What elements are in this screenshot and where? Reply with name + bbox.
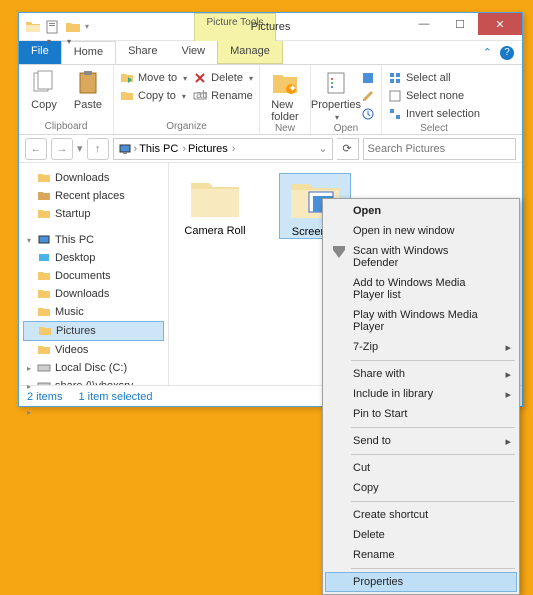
- pc-icon: [118, 142, 132, 156]
- window-title: Pictures: [251, 13, 291, 41]
- ctx-properties[interactable]: Properties: [325, 572, 517, 592]
- tree-share[interactable]: share (\\vboxsrv: [23, 377, 164, 385]
- tree-downloads2[interactable]: Downloads: [23, 285, 164, 303]
- history-btn[interactable]: [361, 105, 375, 123]
- ctx-playwmp[interactable]: Play with Windows Media Player: [325, 305, 517, 337]
- titlebar: ▾ Picture Tools Pictures — ☐ ✕: [19, 13, 522, 41]
- ctx-sep: [351, 360, 515, 361]
- context-menu: Open Open in new window Scan with Window…: [322, 198, 520, 595]
- newfolder-button[interactable]: ✦New folder: [266, 69, 304, 123]
- breadcrumb[interactable]: › This PC Pictures ⌄: [113, 138, 333, 160]
- ribbon-tabs: File Home Share View Manage ⌃ ?: [19, 41, 522, 65]
- moveto-button[interactable]: Move to: [120, 69, 187, 87]
- ctx-7zip[interactable]: 7-Zip: [325, 337, 517, 357]
- help-icon[interactable]: ?: [500, 46, 514, 60]
- quick-access-toolbar: ▾: [19, 13, 95, 40]
- ctx-copy[interactable]: Copy: [325, 478, 517, 498]
- ctx-shortcut[interactable]: Create shortcut: [325, 505, 517, 525]
- tab-share[interactable]: Share: [116, 41, 169, 64]
- tree-music[interactable]: Music: [23, 303, 164, 321]
- forward-button[interactable]: →: [51, 138, 73, 160]
- back-button[interactable]: ←: [25, 138, 47, 160]
- ctx-sendto[interactable]: Send to: [325, 431, 517, 451]
- tab-view[interactable]: View: [169, 41, 217, 64]
- tree-pictures[interactable]: Pictures: [23, 321, 164, 341]
- ctx-open-new[interactable]: Open in new window: [325, 221, 517, 241]
- ctx-open[interactable]: Open: [325, 201, 517, 221]
- svg-text:✦: ✦: [288, 83, 297, 95]
- ctx-sep: [351, 427, 515, 428]
- paste-button[interactable]: Paste: [69, 69, 107, 111]
- group-organize: Move to Copy to Delete abRename Organize: [114, 65, 260, 134]
- ctx-sep: [351, 568, 515, 569]
- ctx-pin[interactable]: Pin to Start: [325, 404, 517, 424]
- refresh-button[interactable]: ⟳: [337, 138, 359, 160]
- new-folder-icon[interactable]: [65, 19, 81, 35]
- ctx-rename[interactable]: Rename: [325, 545, 517, 565]
- crumb-thispc[interactable]: This PC: [139, 143, 186, 155]
- copy-button[interactable]: Copy: [25, 69, 63, 111]
- defender-icon: [331, 244, 347, 260]
- ctx-sep: [351, 501, 515, 502]
- edit-btn[interactable]: [361, 87, 375, 105]
- ribbon-help: ⌃ ?: [475, 41, 522, 64]
- ctx-cut[interactable]: Cut: [325, 458, 517, 478]
- properties-button[interactable]: Properties: [317, 69, 355, 122]
- tree-documents[interactable]: Documents: [23, 267, 164, 285]
- tree-startup[interactable]: Startup: [23, 205, 164, 223]
- crumb-pictures[interactable]: Pictures: [188, 143, 235, 155]
- tab-manage[interactable]: Manage: [217, 41, 283, 64]
- group-select: Select all Select none Invert selection …: [382, 65, 486, 134]
- search-input[interactable]: [368, 143, 511, 155]
- recent-chevron-icon[interactable]: ▾: [77, 142, 83, 155]
- tree-desktop[interactable]: Desktop: [23, 249, 164, 267]
- group-clipboard: Copy Paste Clipboard: [19, 65, 114, 134]
- open-btn[interactable]: [361, 69, 375, 87]
- maximize-button[interactable]: ☐: [442, 13, 478, 35]
- nav-bar: ← → ▾ ↑ › This PC Pictures ⌄ ⟳: [19, 135, 522, 163]
- status-items: 2 items: [27, 391, 62, 403]
- tree-localdisk[interactable]: Local Disc (C:): [23, 359, 164, 377]
- copyto-button[interactable]: Copy to: [120, 87, 187, 105]
- tree-recent[interactable]: Recent places: [23, 187, 164, 205]
- group-new: ✦New folder New: [260, 65, 311, 134]
- selectall-button[interactable]: Select all: [388, 69, 480, 87]
- search-box[interactable]: [363, 138, 516, 160]
- ctx-addwmp[interactable]: Add to Windows Media Player list: [325, 273, 517, 305]
- ribbon: Copy Paste Clipboard Move to Copy to Del…: [19, 65, 522, 135]
- nav-tree: Downloads Recent places Startup This PC …: [19, 163, 169, 385]
- rename-button[interactable]: abRename: [193, 87, 253, 105]
- address-chevron-icon[interactable]: ⌄: [318, 142, 327, 155]
- status-selected: 1 item selected: [78, 391, 152, 403]
- close-button[interactable]: ✕: [478, 13, 522, 35]
- tree-downloads[interactable]: Downloads: [23, 169, 164, 187]
- window-controls: — ☐ ✕: [406, 13, 522, 35]
- chevron-up-icon[interactable]: ⌃: [483, 46, 492, 59]
- group-open: Properties Open: [311, 65, 382, 134]
- svg-text:ab: ab: [196, 89, 207, 101]
- tree-thispc[interactable]: This PC: [23, 231, 164, 249]
- selectnone-button[interactable]: Select none: [388, 87, 480, 105]
- folder-icon: [25, 19, 41, 35]
- minimize-button[interactable]: —: [406, 13, 442, 35]
- ctx-sep: [351, 454, 515, 455]
- up-button[interactable]: ↑: [87, 138, 109, 160]
- folder-cameraroll[interactable]: Camera Roll: [179, 173, 251, 237]
- tree-videos[interactable]: Videos: [23, 341, 164, 359]
- delete-button[interactable]: Delete: [193, 69, 253, 87]
- qat-chevron-icon[interactable]: ▾: [85, 22, 89, 31]
- properties-icon[interactable]: [45, 19, 61, 35]
- ctx-sharewith[interactable]: Share with: [325, 364, 517, 384]
- ctx-delete[interactable]: Delete: [325, 525, 517, 545]
- invertsel-button[interactable]: Invert selection: [388, 105, 480, 123]
- ctx-include[interactable]: Include in library: [325, 384, 517, 404]
- ctx-scan[interactable]: Scan with Windows Defender: [325, 241, 517, 273]
